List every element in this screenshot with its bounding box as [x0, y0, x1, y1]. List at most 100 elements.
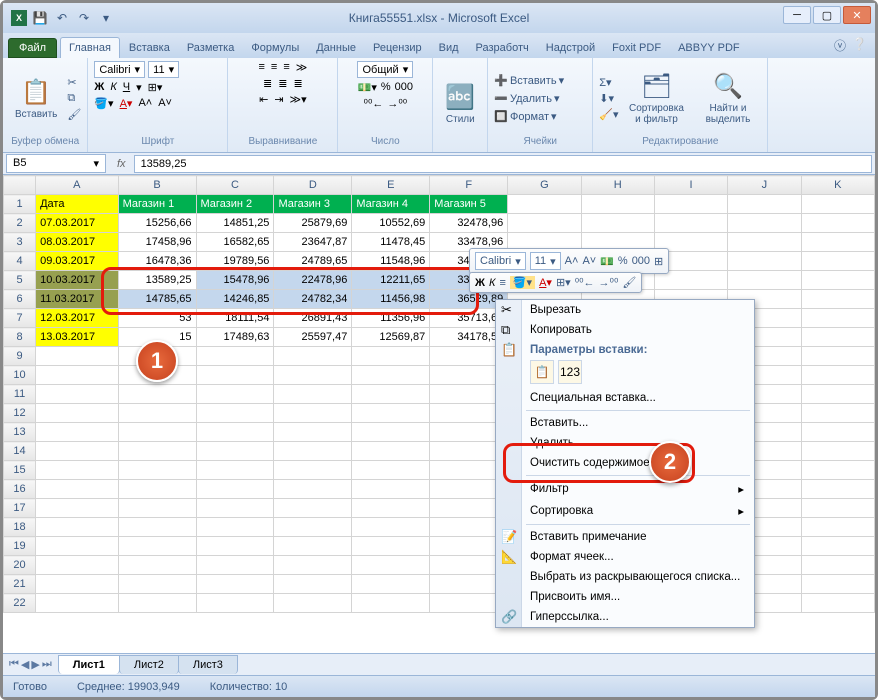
sheet-nav-prev-icon[interactable]: ◀ — [21, 658, 29, 671]
mini-format-painter-icon[interactable]: 🖌 — [622, 276, 636, 289]
mini-currency-icon[interactable]: 💵 — [600, 255, 614, 268]
qat-dropdown-icon[interactable]: ▾ — [97, 9, 115, 27]
status-bar: Готово Среднее: 19903,949 Количество: 10 — [3, 675, 875, 697]
ctx-define-name[interactable]: Присвоить имя... — [496, 587, 754, 607]
status-count: Количество: 10 — [210, 681, 287, 693]
tab-review[interactable]: Рецензир — [365, 38, 430, 58]
ctx-insert[interactable]: Вставить... — [496, 413, 754, 433]
autosum-icon[interactable]: Σ▾ — [599, 76, 618, 89]
name-box[interactable]: B5▾ — [6, 154, 106, 173]
group-clipboard-label: Буфер обмена — [9, 136, 81, 149]
copy-icon: ⧉ — [501, 322, 510, 338]
formula-bar: B5▾ fx 13589,25 — [3, 153, 875, 175]
status-ready: Готово — [13, 681, 47, 693]
styles-icon: 🔤 — [445, 83, 475, 112]
ctx-comment[interactable]: 📝Вставить примечание — [496, 527, 754, 547]
tab-file[interactable]: Файл — [8, 38, 57, 58]
hyperlink-icon: 🔗 — [501, 609, 517, 625]
col-header[interactable]: A — [36, 176, 119, 195]
ctx-clear[interactable]: Очистить содержимое — [496, 453, 754, 473]
cells-delete-button[interactable]: ➖ Удалить ▾ — [494, 92, 564, 105]
tab-developer[interactable]: Разработч — [468, 38, 537, 58]
sort-filter-button[interactable]: 🗂Сортировка и фильтр — [620, 68, 692, 129]
italic-button[interactable]: К — [110, 81, 116, 94]
font-color-button[interactable]: А▾ — [120, 97, 133, 110]
ctx-format-cells[interactable]: 📐Формат ячеек... — [496, 547, 754, 567]
sheet-tab-2[interactable]: Лист2 — [119, 655, 179, 674]
window-title: Книга55551.xlsx - Microsoft Excel — [349, 11, 530, 25]
ctx-paste-special[interactable]: Специальная вставка... — [496, 388, 754, 408]
border-button[interactable]: ⊞▾ — [148, 81, 163, 94]
tab-formulas[interactable]: Формулы — [243, 38, 307, 58]
number-format-combo[interactable]: Общий▾ — [357, 61, 413, 78]
undo-icon[interactable]: ↶ — [53, 9, 71, 27]
font-size-combo[interactable]: 11▾ — [148, 61, 179, 78]
annotation-badge-1: 1 — [136, 340, 178, 382]
excel-icon: X — [11, 10, 27, 26]
fill-icon[interactable]: ⬇▾ — [599, 92, 618, 105]
paste-icon: 📋 — [21, 78, 51, 107]
sheet-tab-3[interactable]: Лист3 — [178, 655, 238, 674]
copy-icon[interactable]: ⧉ — [67, 92, 81, 105]
tab-insert[interactable]: Вставка — [121, 38, 178, 58]
tab-layout[interactable]: Разметка — [179, 38, 243, 58]
ctx-copy[interactable]: ⧉Копировать — [496, 320, 754, 340]
mini-font-combo[interactable]: Calibri ▾ — [475, 252, 526, 270]
sheet-nav-last-icon[interactable]: ⏭ — [42, 658, 52, 671]
chevron-right-icon: ▸ — [738, 504, 744, 518]
sort-icon: 🗂 — [641, 72, 671, 101]
tab-data[interactable]: Данные — [308, 38, 364, 58]
ctx-filter[interactable]: Фильтр▸ — [496, 478, 754, 500]
ctx-hyperlink[interactable]: 🔗Гиперссылка... — [496, 607, 754, 627]
redo-icon[interactable]: ↷ — [75, 9, 93, 27]
cut-icon[interactable]: ✂ — [67, 76, 81, 89]
title-bar: X 💾 ↶ ↷ ▾ Книга55551.xlsx - Microsoft Ex… — [3, 3, 875, 33]
cells-format-button[interactable]: 🔲 Формат ▾ — [494, 110, 564, 123]
paste-option-1-icon[interactable]: 📋 — [530, 360, 554, 384]
ribbon-minimize-icon[interactable]: ⓥ — [834, 37, 846, 54]
formula-input[interactable]: 13589,25 — [134, 155, 872, 173]
underline-button[interactable]: Ч — [123, 81, 130, 94]
maximize-button[interactable]: ▢ — [813, 6, 841, 24]
ctx-sort[interactable]: Сортировка▸ — [496, 500, 754, 522]
mini-toolbar-row2[interactable]: ЖК ≡🪣▾ А▾ ⊞▾ ⁰⁰←→⁰⁰ 🖌 — [469, 272, 642, 293]
tab-foxit[interactable]: Foxit PDF — [604, 38, 669, 58]
chevron-down-icon[interactable]: ▾ — [93, 157, 99, 170]
ctx-cut[interactable]: ✂Вырезать — [496, 300, 754, 320]
sheet-nav-next-icon[interactable]: ▶ — [31, 658, 39, 671]
font-name-combo[interactable]: Calibri▾ — [94, 61, 145, 78]
align-top-icon[interactable]: ≡ — [258, 61, 264, 74]
cells-insert-button[interactable]: ➕ Вставить ▾ — [494, 74, 564, 87]
format-painter-icon[interactable]: 🖌 — [67, 108, 81, 121]
save-icon[interactable]: 💾 — [31, 9, 49, 27]
mini-bold-button[interactable]: Ж — [475, 277, 485, 289]
sheet-tab-bar: ⏮◀▶⏭ Лист1 Лист2 Лист3 — [3, 653, 875, 675]
tab-view[interactable]: Вид — [431, 38, 467, 58]
styles-button[interactable]: 🔤Стили — [439, 79, 481, 129]
select-all-cell[interactable] — [4, 176, 36, 195]
mini-size-combo[interactable]: 11 ▾ — [530, 252, 561, 270]
ctx-dropdown-list[interactable]: Выбрать из раскрывающегося списка... — [496, 567, 754, 587]
mini-border-icon[interactable]: ⊞ — [654, 255, 663, 268]
bold-button[interactable]: Ж — [94, 81, 104, 94]
clear-icon[interactable]: 🧹▾ — [599, 108, 618, 121]
mini-toolbar[interactable]: Calibri ▾ 11 ▾ A˄A˅ 💵% 000 ⊞ — [469, 248, 669, 274]
find-select-button[interactable]: 🔍Найти и выделить — [694, 68, 761, 129]
tab-addins[interactable]: Надстрой — [538, 38, 603, 58]
fx-icon[interactable]: fx — [109, 158, 134, 170]
sheet-nav-first-icon[interactable]: ⏮ — [9, 658, 19, 671]
mini-comma-icon[interactable]: 000 — [632, 255, 650, 267]
tab-home[interactable]: Главная — [60, 37, 120, 58]
sheet-tab-1[interactable]: Лист1 — [58, 655, 120, 674]
help-icon[interactable]: ❔ — [852, 37, 867, 54]
paste-option-2-icon[interactable]: 123 — [558, 360, 582, 384]
status-average: Среднее: 19903,949 — [77, 681, 180, 693]
tab-abbyy[interactable]: ABBYY PDF — [670, 38, 748, 58]
fill-color-button[interactable]: 🪣▾ — [94, 97, 113, 110]
ctx-delete[interactable]: Удалить... — [496, 433, 754, 453]
close-button[interactable]: ✕ — [843, 6, 871, 24]
paste-button[interactable]: 📋Вставить — [9, 74, 63, 124]
align-left-icon[interactable]: ≣ — [263, 77, 272, 90]
minimize-button[interactable]: ─ — [783, 6, 811, 24]
annotation-badge-2: 2 — [649, 441, 691, 483]
